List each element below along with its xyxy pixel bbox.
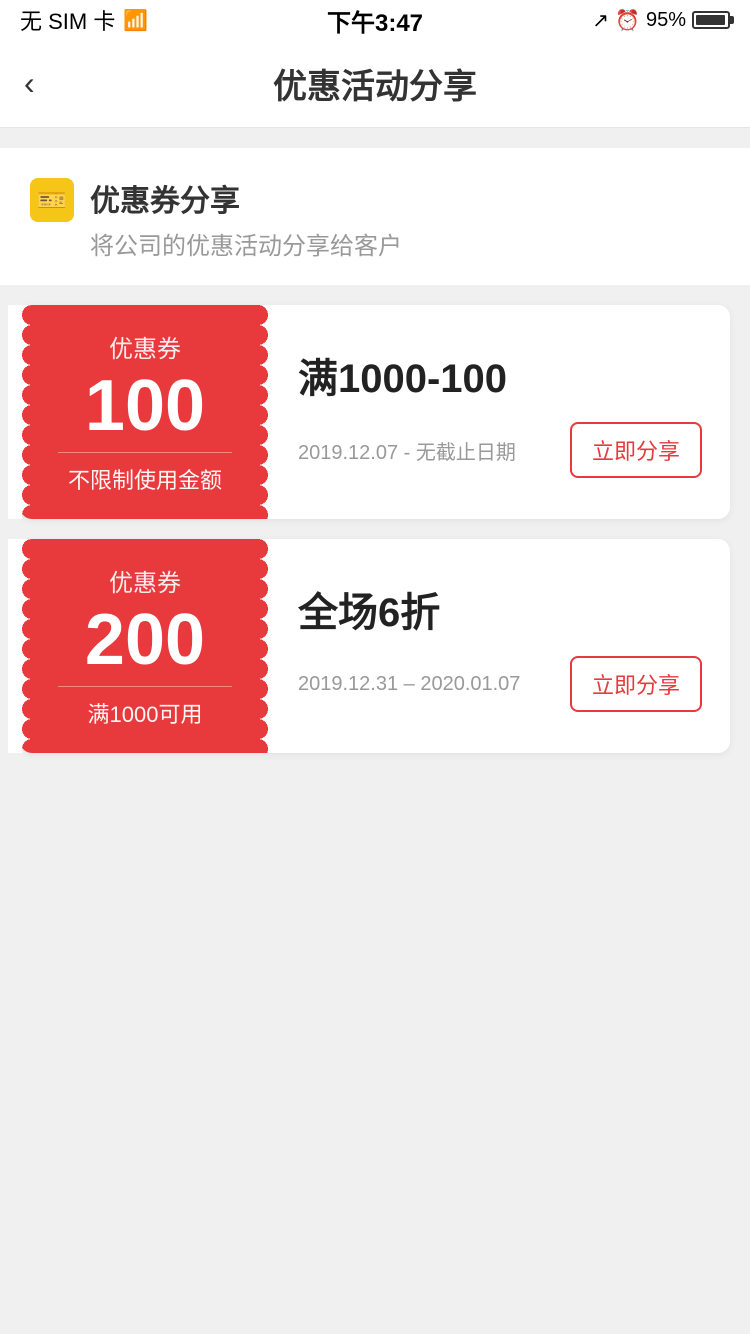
coupon-name-1: 满1000-100	[298, 346, 702, 404]
location-icon: ↗	[592, 8, 609, 33]
carrier-text: 无 SIM 卡	[20, 4, 115, 36]
nav-bar: ‹ 优惠活动分享	[0, 40, 750, 128]
section-text: 优惠券分享 将公司的优惠活动分享给客户	[90, 176, 402, 261]
coupon-left-2: 优惠券 200 满1000可用	[20, 539, 270, 753]
coupon-right-1: 满1000-100 2019.12.07 - 无截止日期 立即分享	[270, 305, 730, 519]
status-bar: 无 SIM 卡 📶 下午3:47 ↗ ⏰ 95%	[0, 0, 750, 40]
coupon-list: 优惠券 100 不限制使用金额 满1000-100 2019.12.07 - 无…	[0, 305, 750, 753]
section-subtitle: 将公司的优惠活动分享给客户	[90, 226, 402, 261]
coupon-bottom-row-1: 2019.12.07 - 无截止日期 立即分享	[298, 422, 702, 478]
status-right: ↗ ⏰ 95%	[592, 8, 730, 33]
coupon-condition-2: 满1000可用	[88, 697, 203, 729]
coupon-bottom-row-2: 2019.12.31 – 2020.01.07 立即分享	[298, 656, 702, 712]
nav-title: 优惠活动分享	[273, 59, 477, 108]
coupon-condition-1: 不限制使用金额	[68, 463, 222, 495]
coupon-share-icon: 🎫	[30, 178, 74, 222]
coupon-divider-2	[58, 686, 232, 687]
coupon-card-1: 优惠券 100 不限制使用金额 满1000-100 2019.12.07 - 无…	[20, 305, 730, 519]
coupon-date-2: 2019.12.31 – 2020.01.07	[298, 673, 560, 696]
alarm-icon: ⏰	[615, 8, 640, 33]
coupon-date-1: 2019.12.07 - 无截止日期	[298, 436, 560, 465]
coupon-card-2: 优惠券 200 满1000可用 全场6折 2019.12.31 – 2020.0…	[20, 539, 730, 753]
section-header: 🎫 优惠券分享 将公司的优惠活动分享给客户	[0, 148, 750, 285]
status-time: 下午3:47	[327, 3, 423, 38]
status-left: 无 SIM 卡 📶	[20, 4, 148, 36]
coupon-amount-1: 100	[85, 370, 205, 442]
coupon-right-2: 全场6折 2019.12.31 – 2020.01.07 立即分享	[270, 539, 730, 753]
coupon-label-1: 优惠券	[109, 329, 181, 364]
share-button-2[interactable]: 立即分享	[570, 656, 702, 712]
wifi-icon: 📶	[123, 8, 148, 33]
battery-icon	[692, 11, 730, 29]
section-title: 优惠券分享	[90, 176, 402, 220]
back-button[interactable]: ‹	[24, 65, 35, 102]
coupon-divider-1	[58, 452, 232, 453]
battery-percent: 95%	[646, 9, 686, 32]
coupon-amount-2: 200	[85, 604, 205, 676]
share-button-1[interactable]: 立即分享	[570, 422, 702, 478]
coupon-name-2: 全场6折	[298, 580, 702, 638]
coupon-label-2: 优惠券	[109, 563, 181, 598]
coupon-left-1: 优惠券 100 不限制使用金额	[20, 305, 270, 519]
